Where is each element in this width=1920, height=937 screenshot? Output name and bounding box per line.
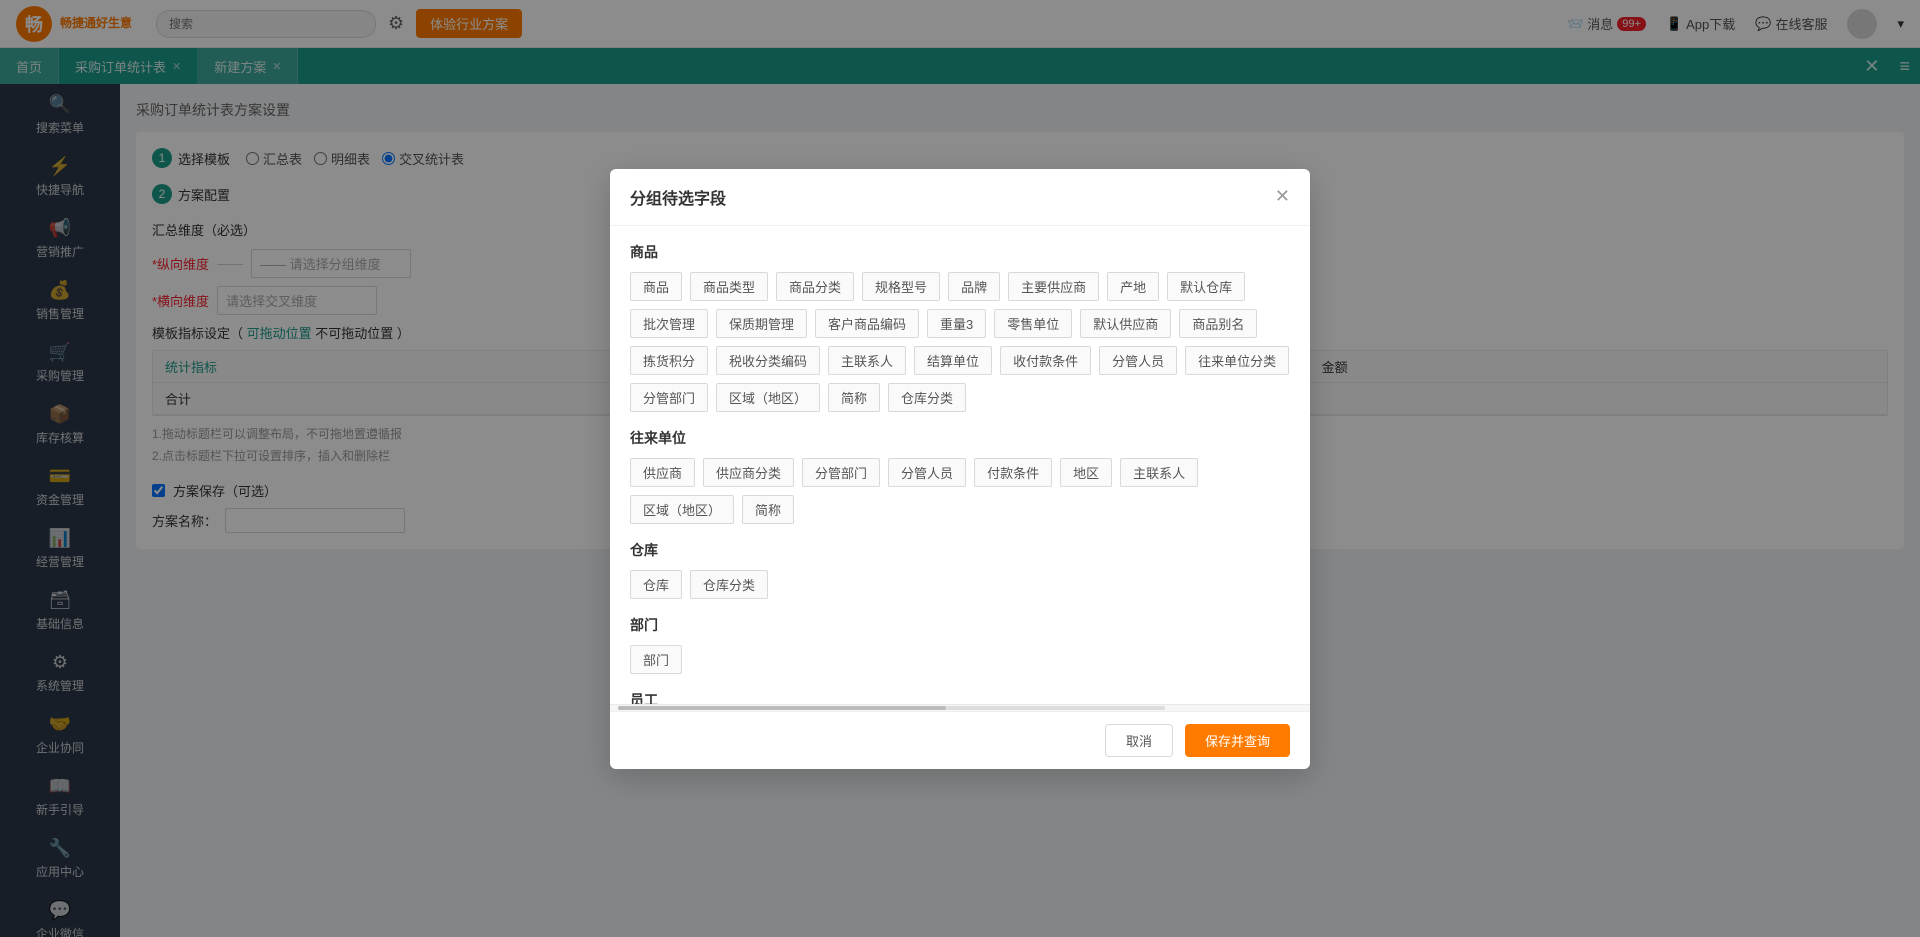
chip-warehouse-1[interactable]: 仓库分类 [690, 570, 768, 599]
cancel-button[interactable]: 取消 [1105, 724, 1173, 757]
chip-product-16[interactable]: 税收分类编码 [716, 346, 820, 375]
chip-partner-0[interactable]: 供应商 [630, 458, 695, 487]
chip-warehouse-0[interactable]: 仓库 [630, 570, 682, 599]
chip-partner-6[interactable]: 主联系人 [1120, 458, 1198, 487]
chip-product-12[interactable]: 零售单位 [994, 309, 1072, 338]
chip-product-17[interactable]: 主联系人 [828, 346, 906, 375]
chip-product-22[interactable]: 分管部门 [630, 383, 708, 412]
chip-product-6[interactable]: 产地 [1107, 272, 1159, 301]
chip-product-18[interactable]: 结算单位 [914, 346, 992, 375]
section-dept-title: 部门 [630, 615, 1290, 635]
section-partner: 往来单位 供应商 供应商分类 分管部门 分管人员 付款条件 地区 主联系人 区域… [630, 428, 1290, 524]
chip-partner-1[interactable]: 供应商分类 [703, 458, 794, 487]
chip-product-19[interactable]: 收付款条件 [1000, 346, 1091, 375]
dept-chips: 部门 [630, 645, 1290, 674]
dialog-body[interactable]: 商品 商品 商品类型 商品分类 规格型号 品牌 主要供应商 产地 默认仓库 批次… [610, 226, 1310, 705]
chip-dept-0[interactable]: 部门 [630, 645, 682, 674]
chip-partner-5[interactable]: 地区 [1060, 458, 1112, 487]
section-warehouse: 仓库 仓库 仓库分类 [630, 540, 1290, 599]
chip-product-14[interactable]: 商品别名 [1179, 309, 1257, 338]
chip-product-1[interactable]: 商品类型 [690, 272, 768, 301]
partner-chips: 供应商 供应商分类 分管部门 分管人员 付款条件 地区 主联系人 区域（地区） … [630, 458, 1290, 524]
section-partner-title: 往来单位 [630, 428, 1290, 448]
section-product-title: 商品 [630, 242, 1290, 262]
dialog-close-button[interactable]: ✕ [1275, 186, 1290, 207]
chip-product-10[interactable]: 客户商品编码 [815, 309, 919, 338]
chip-product-20[interactable]: 分管人员 [1099, 346, 1177, 375]
warehouse-chips: 仓库 仓库分类 [630, 570, 1290, 599]
chip-product-24[interactable]: 简称 [828, 383, 880, 412]
field-select-dialog: 分组待选字段 ✕ 商品 商品 商品类型 商品分类 规格型号 品牌 主要供应商 产… [610, 169, 1310, 769]
chip-product-15[interactable]: 拣货积分 [630, 346, 708, 375]
chip-partner-7[interactable]: 区域（地区） [630, 495, 734, 524]
chip-partner-4[interactable]: 付款条件 [974, 458, 1052, 487]
dialog-header: 分组待选字段 ✕ [610, 169, 1310, 226]
chip-product-9[interactable]: 保质期管理 [716, 309, 807, 338]
section-employee: 员工 业务员 [630, 690, 1290, 705]
chip-product-0[interactable]: 商品 [630, 272, 682, 301]
chip-product-3[interactable]: 规格型号 [862, 272, 940, 301]
modal-overlay: 分组待选字段 ✕ 商品 商品 商品类型 商品分类 规格型号 品牌 主要供应商 产… [0, 0, 1920, 937]
chip-product-13[interactable]: 默认供应商 [1080, 309, 1171, 338]
chip-product-4[interactable]: 品牌 [948, 272, 1000, 301]
chip-product-5[interactable]: 主要供应商 [1008, 272, 1099, 301]
section-dept: 部门 部门 [630, 615, 1290, 674]
chip-partner-8[interactable]: 简称 [742, 495, 794, 524]
chip-product-21[interactable]: 往来单位分类 [1185, 346, 1289, 375]
dialog-hscroll[interactable] [610, 704, 1310, 710]
chip-product-8[interactable]: 批次管理 [630, 309, 708, 338]
confirm-button[interactable]: 保存并查询 [1185, 724, 1290, 757]
dialog-footer: 取消 保存并查询 [610, 711, 1310, 769]
hscroll-thumb[interactable] [618, 706, 946, 710]
product-chips: 商品 商品类型 商品分类 规格型号 品牌 主要供应商 产地 默认仓库 批次管理 … [630, 272, 1290, 412]
chip-product-25[interactable]: 仓库分类 [888, 383, 966, 412]
chip-product-23[interactable]: 区域（地区） [716, 383, 820, 412]
dialog-title: 分组待选字段 [630, 185, 726, 209]
chip-partner-2[interactable]: 分管部门 [802, 458, 880, 487]
section-warehouse-title: 仓库 [630, 540, 1290, 560]
chip-product-7[interactable]: 默认仓库 [1167, 272, 1245, 301]
chip-partner-3[interactable]: 分管人员 [888, 458, 966, 487]
section-product: 商品 商品 商品类型 商品分类 规格型号 品牌 主要供应商 产地 默认仓库 批次… [630, 242, 1290, 412]
chip-product-11[interactable]: 重量3 [927, 309, 986, 338]
section-employee-title: 员工 [630, 690, 1290, 705]
chip-product-2[interactable]: 商品分类 [776, 272, 854, 301]
